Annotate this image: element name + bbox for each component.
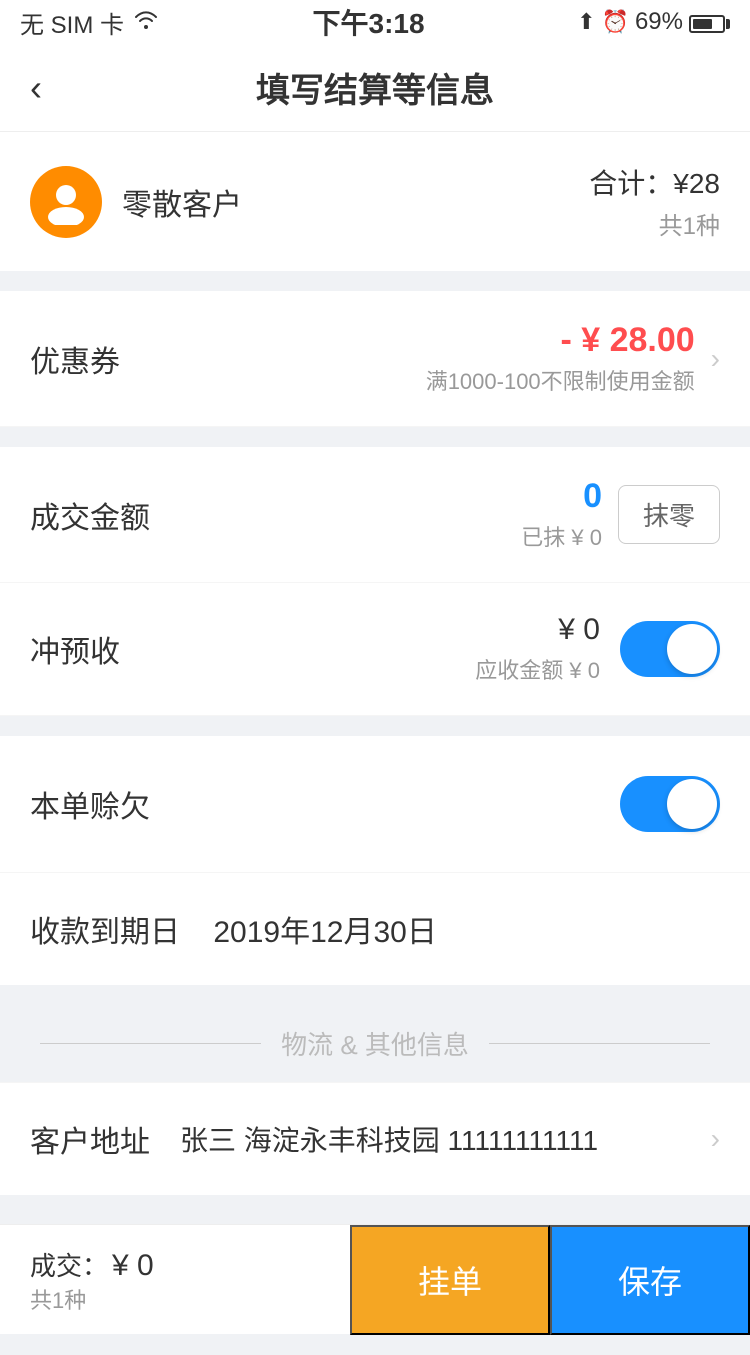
prepayment-values: ¥ 0 应收金额 ¥ 0 xyxy=(475,613,600,685)
prepayment-row: 冲预收 ¥ 0 应收金额 ¥ 0 xyxy=(0,583,750,716)
debt-label: 本单赊欠 xyxy=(30,782,150,826)
customer-count: 共1种 xyxy=(589,206,720,241)
status-left: 无 SIM 卡 xyxy=(20,5,160,40)
debt-row: 本单赊欠 xyxy=(0,736,750,872)
transaction-value: 0 xyxy=(521,477,602,516)
due-date-value: 2019年12月30日 xyxy=(213,916,436,949)
customer-avatar xyxy=(30,166,102,238)
coupon-row[interactable]: 优惠券 - ¥ 28.00 满1000-100不限制使用金额 › xyxy=(0,291,750,427)
bottom-deal-count: 共1种 xyxy=(30,1283,320,1315)
transaction-row: 成交金额 0 已抹 ¥ 0 抹零 xyxy=(0,447,750,583)
prepayment-label: 冲预收 xyxy=(30,627,120,671)
logistics-line-left xyxy=(40,1043,261,1044)
customer-left: 零散客户 xyxy=(30,166,242,238)
prepayment-right: ¥ 0 应收金额 ¥ 0 xyxy=(475,613,720,685)
bottom-bar: 成交： ¥ 0 共1种 挂单 保存 xyxy=(0,1224,750,1334)
prepayment-toggle[interactable] xyxy=(620,621,720,677)
debt-toggle-knob xyxy=(667,779,717,829)
bottom-deal-label: 成交： xyxy=(30,1246,108,1283)
coupon-chevron-icon: › xyxy=(711,343,720,375)
address-row[interactable]: 客户地址 张三 海淀永丰科技园 11111111111 › xyxy=(0,1082,750,1195)
transaction-section: 成交金额 0 已抹 ¥ 0 抹零 冲预收 ¥ 0 应收金额 ¥ 0 xyxy=(0,447,750,716)
transaction-right: 0 已抹 ¥ 0 抹零 xyxy=(521,477,720,552)
location-icon: ⬆ xyxy=(577,9,595,35)
due-date-label: 收款到期日 xyxy=(30,916,180,949)
coupon-sub: 满1000-100不限制使用金额 xyxy=(426,364,695,396)
person-icon xyxy=(43,179,89,225)
coupon-label: 优惠券 xyxy=(30,337,120,381)
address-label: 客户地址 xyxy=(30,1117,150,1161)
alarm-icon: ⏰ xyxy=(602,9,629,35)
logistics-text: 物流 & 其他信息 xyxy=(281,1025,469,1062)
divider-1 xyxy=(0,271,750,291)
customer-right: 合计：¥28 共1种 xyxy=(589,162,720,241)
hang-order-button[interactable]: 挂单 xyxy=(350,1225,550,1335)
bottom-info: 成交： ¥ 0 共1种 xyxy=(0,1245,350,1315)
wifi-icon xyxy=(132,8,160,36)
debt-toggle[interactable] xyxy=(620,776,720,832)
transaction-sub: 已抹 ¥ 0 xyxy=(521,520,602,552)
status-time: 下午3:18 xyxy=(313,2,425,42)
coupon-value: - ¥ 28.00 xyxy=(426,321,695,360)
address-value: 张三 海淀永丰科技园 11111111111 xyxy=(180,1119,701,1159)
battery-text: 69% xyxy=(635,8,683,36)
nav-bar: ‹ 填写结算等信息 xyxy=(0,44,750,132)
page-title: 填写结算等信息 xyxy=(256,63,494,112)
logistics-line-right xyxy=(489,1043,710,1044)
carrier-text: 无 SIM 卡 xyxy=(20,5,124,40)
divider-3 xyxy=(0,716,750,736)
prepayment-sub: 应收金额 ¥ 0 xyxy=(475,653,600,685)
due-date-row: 收款到期日 2019年12月30日 xyxy=(0,872,750,985)
status-right: ⬆ ⏰ 69% xyxy=(577,8,730,36)
bottom-deal-amount: ¥ 0 xyxy=(112,1249,154,1283)
due-date-content: 收款到期日 2019年12月30日 xyxy=(30,916,437,949)
logistics-divider: 物流 & 其他信息 xyxy=(0,1005,750,1082)
transaction-value-block: 0 已抹 ¥ 0 xyxy=(521,477,602,552)
customer-name: 零散客户 xyxy=(122,180,242,224)
coupon-value-block: - ¥ 28.00 满1000-100不限制使用金额 xyxy=(426,321,695,396)
content-area: 零散客户 合计：¥28 共1种 优惠券 - ¥ 28.00 满1000-100不… xyxy=(0,132,750,1355)
customer-total: 合计：¥28 xyxy=(589,162,720,202)
battery-icon xyxy=(689,8,730,36)
toggle-knob xyxy=(667,624,717,674)
coupon-right: - ¥ 28.00 满1000-100不限制使用金额 › xyxy=(426,321,720,396)
prepayment-value: ¥ 0 xyxy=(475,613,600,647)
status-bar: 无 SIM 卡 下午3:18 ⬆ ⏰ 69% xyxy=(0,0,750,44)
transaction-label: 成交金额 xyxy=(30,493,150,537)
address-chevron-icon: › xyxy=(711,1123,720,1155)
save-button[interactable]: 保存 xyxy=(550,1225,750,1335)
divider-2 xyxy=(0,427,750,447)
bottom-deal-row: 成交： ¥ 0 xyxy=(30,1245,320,1283)
customer-card: 零散客户 合计：¥28 共1种 xyxy=(0,132,750,271)
divider-4 xyxy=(0,985,750,1005)
back-button[interactable]: ‹ xyxy=(30,67,42,109)
coupon-section: 优惠券 - ¥ 28.00 满1000-100不限制使用金额 › xyxy=(0,291,750,427)
erase-zero-button[interactable]: 抹零 xyxy=(618,485,720,544)
